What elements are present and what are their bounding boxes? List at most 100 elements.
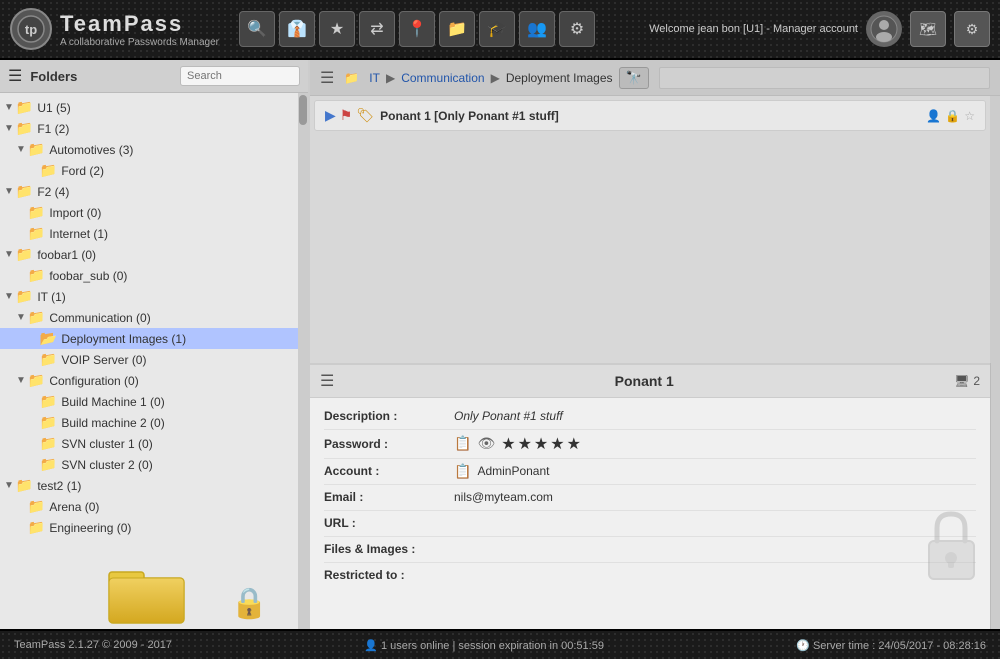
tools-nav-btn[interactable]: ⚙ [559,11,595,47]
arrow-icon: ▼ [16,270,26,281]
folder-icon: 📁 [16,288,33,305]
search-input[interactable] [180,66,300,86]
person-icon[interactable]: 👤 [926,109,941,123]
sidebar-item-foobar1[interactable]: ▼ 📁 foobar1 (0) [0,244,298,265]
sidebar-item-u1[interactable]: ▼ 📁 U1 (5) [0,97,298,118]
detail-header: ☰ Ponant 1 🖥 2 [310,365,990,398]
search-bar[interactable] [659,67,990,89]
counter-icon: 🖥 [954,374,969,388]
users-nav-btn[interactable]: 👔 [279,11,315,47]
main-area: ☰ Folders ▼ 📁 U1 (5) ▼ 📁 F1 (2) [0,60,1000,629]
folder-icon: 📁 [16,477,33,494]
binoculars-btn[interactable]: 🔭 [619,67,649,89]
breadcrumb-it[interactable]: IT [369,71,380,85]
sidebar-item-import[interactable]: ▼ 📁 Import (0) [0,202,298,223]
sidebar-item-voip[interactable]: ▼ 📁 VOIP Server (0) [0,349,298,370]
sidebar-item-foobar-sub[interactable]: ▼ 📁 foobar_sub (0) [0,265,298,286]
description-value: Only Ponant #1 stuff [454,409,976,423]
folder-icon: 📁 [40,162,57,179]
pin-nav-btn[interactable]: 📍 [399,11,435,47]
breadcrumb-sep2: ▶ [491,71,500,85]
email-label: Email : [324,490,454,504]
sidebar-item-deployment[interactable]: ▼ 📂 Deployment Images (1) [0,328,298,349]
search-nav-btn[interactable]: 🔍 [239,11,275,47]
sidebar-item-svn1[interactable]: ▼ 📁 SVN cluster 1 (0) [0,433,298,454]
sidebar-item-engineering[interactable]: ▼ 📁 Engineering (0) [0,517,298,538]
sidebar-item-f1[interactable]: ▼ 📁 F1 (2) [0,118,298,139]
sidebar-item-svn2[interactable]: ▼ 📁 SVN cluster 2 (0) [0,454,298,475]
description-label: Description : [324,409,454,423]
url-label: URL : [324,516,454,530]
app-footer: TeamPass 2.1.27 © 2009 - 2017 👤 1 users … [0,629,1000,659]
sidebar-item-test2[interactable]: ▼ 📁 test2 (1) [0,475,298,496]
list-item[interactable]: ▶ ⚑ 🏷 Ponant 1 [Only Ponant #1 stuff] 👤 … [314,100,986,131]
expand-arrow-icon[interactable]: ▶ [325,107,336,124]
lock-overlay-icon: 🔒 [231,586,268,621]
sidebar-item-internet[interactable]: ▼ 📁 Internet (1) [0,223,298,244]
sidebar-scrollbar[interactable] [298,93,308,629]
sidebar-item-buildmachine2[interactable]: ▼ 📁 Build machine 2 (0) [0,412,298,433]
sidebar-menu-icon[interactable]: ☰ [8,66,22,86]
settings-btn[interactable]: ⚙ [954,11,990,47]
map-btn[interactable]: 🗺 [910,11,946,47]
files-label: Files & Images : [324,542,454,556]
group-nav-btn[interactable]: 👥 [519,11,555,47]
sidebar-item-communication[interactable]: ▼ 📁 Communication (0) [0,307,298,328]
content-menu-icon[interactable]: ☰ [320,68,334,88]
sidebar: ☰ Folders ▼ 📁 U1 (5) ▼ 📁 F1 (2) [0,60,310,629]
graduation-nav-btn[interactable]: 🎓 [479,11,515,47]
detail-row-password: Password : 📋 👁 ★★★★★ [324,430,976,459]
eye-icon[interactable]: 👁 [477,435,495,452]
star-icon[interactable]: ☆ [964,109,975,123]
user-avatar[interactable] [866,11,902,47]
breadcrumb-communication[interactable]: Communication [401,71,484,85]
transfer-nav-btn[interactable]: ⇄ [359,11,395,47]
email-value: nils@myteam.com [454,490,976,504]
folder-label: Ford (2) [61,164,104,178]
folders-title: Folders [30,69,172,84]
sidebar-item-buildmachine1[interactable]: ▼ 📁 Build Machine 1 (0) [0,391,298,412]
account-label: Account : [324,464,454,478]
detail-row-url: URL : [324,511,976,537]
counter-value: 2 [973,374,980,388]
folder-nav-btn[interactable]: 📁 [439,11,475,47]
arrow-icon: ▼ [28,417,38,428]
arrow-icon: ▼ [4,291,14,302]
detail-row-description: Description : Only Ponant #1 stuff [324,404,976,430]
sidebar-item-ford[interactable]: ▼ 📁 Ford (2) [0,160,298,181]
nav-icons: 🔍 👔 ★ ⇄ 📍 📁 🎓 👥 ⚙ [239,11,649,47]
sidebar-item-it[interactable]: ▼ 📁 IT (1) [0,286,298,307]
server-time: 🕐 Server time : 24/05/2017 - 08:28:16 [796,639,986,652]
detail-body: Description : Only Ponant #1 stuff Passw… [310,398,990,583]
sidebar-item-f2[interactable]: ▼ 📁 F2 (4) [0,181,298,202]
detail-menu-icon[interactable]: ☰ [320,371,334,391]
copy-account-icon[interactable]: 📋 [454,463,471,480]
app-name: TeamPass [60,11,219,37]
items-scrollbar[interactable] [990,96,1000,363]
user-welcome-text: Welcome jean bon [U1] - Manager account [649,23,858,35]
folder-label: Build Machine 1 (0) [61,395,164,409]
password-value: 📋 👁 ★★★★★ [454,434,976,454]
svg-text:tp: tp [25,22,37,37]
detail-scrollbar[interactable] [990,363,1000,630]
favorites-nav-btn[interactable]: ★ [319,11,355,47]
folder-icon: 📁 [16,246,33,263]
breadcrumb-folder-icon: 📁 [344,71,359,85]
folder-label: Automotives (3) [49,143,133,157]
sidebar-item-automotives[interactable]: ▼ 📁 Automotives (3) [0,139,298,160]
sidebar-item-configuration[interactable]: ▼ 📁 Configuration (0) [0,370,298,391]
arrow-icon: ▼ [4,102,14,113]
lock-icon[interactable]: 🔒 [945,109,960,123]
account-text: AdminPonant [477,464,549,478]
folder-label: Arena (0) [49,500,99,514]
arrow-icon: ▼ [28,396,38,407]
arrow-icon: ▼ [28,354,38,365]
folder-icon: 📁 [16,120,33,137]
folder-icon: 📁 [28,267,45,284]
arrow-icon: ▼ [4,186,14,197]
folder-icon: 📁 [28,309,45,326]
folder-icon: 📁 [40,414,57,431]
copy-icon[interactable]: 📋 [454,435,471,452]
items-outer: ▶ ⚑ 🏷 Ponant 1 [Only Ponant #1 stuff] 👤 … [310,96,1000,363]
sidebar-item-arena[interactable]: ▼ 📁 Arena (0) [0,496,298,517]
